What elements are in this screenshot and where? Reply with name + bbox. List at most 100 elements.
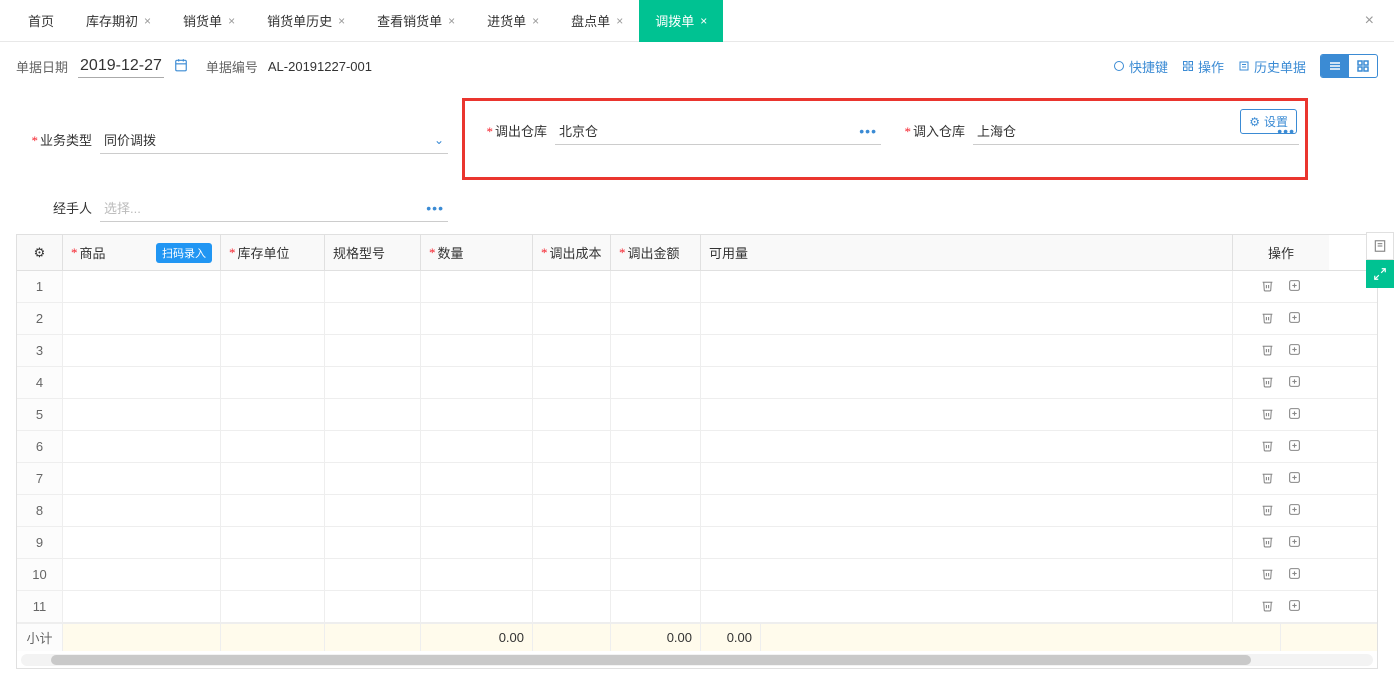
cell-unit[interactable]	[221, 463, 325, 494]
biztype-select[interactable]: 同价调拨 ⌄	[100, 124, 448, 154]
close-icon[interactable]: ×	[616, 14, 623, 28]
delete-icon[interactable]	[1261, 535, 1274, 551]
add-icon[interactable]	[1288, 439, 1301, 455]
table-row[interactable]: 9	[17, 527, 1377, 559]
history-link[interactable]: 历史单据	[1238, 57, 1306, 76]
add-icon[interactable]	[1288, 311, 1301, 327]
shortcut-link[interactable]: 快捷键	[1113, 57, 1168, 76]
cell-amount[interactable]	[611, 399, 701, 430]
cell-unit[interactable]	[221, 335, 325, 366]
horizontal-scrollbar[interactable]	[21, 654, 1373, 666]
cell-unit[interactable]	[221, 559, 325, 590]
add-icon[interactable]	[1288, 567, 1301, 583]
tab-stock-init[interactable]: 库存期初×	[70, 0, 167, 42]
cell-product[interactable]	[63, 463, 221, 494]
cell-cost[interactable]	[533, 495, 611, 526]
cell-product[interactable]	[63, 495, 221, 526]
cell-avail[interactable]	[701, 271, 1233, 302]
cell-amount[interactable]	[611, 559, 701, 590]
add-icon[interactable]	[1288, 503, 1301, 519]
settings-button[interactable]: 设置	[1240, 109, 1297, 134]
tab-sales-view[interactable]: 查看销货单×	[361, 0, 471, 42]
cell-qty[interactable]	[421, 303, 533, 334]
cell-amount[interactable]	[611, 303, 701, 334]
scroll-thumb[interactable]	[51, 655, 1251, 665]
cell-amount[interactable]	[611, 527, 701, 558]
cell-product[interactable]	[63, 303, 221, 334]
add-icon[interactable]	[1288, 471, 1301, 487]
cell-spec[interactable]	[325, 463, 421, 494]
cell-cost[interactable]	[533, 591, 611, 622]
close-icon[interactable]: ×	[144, 14, 151, 28]
list-view-btn[interactable]	[1321, 55, 1349, 77]
cell-amount[interactable]	[611, 367, 701, 398]
calendar-icon[interactable]	[174, 58, 188, 75]
cell-cost[interactable]	[533, 463, 611, 494]
cell-qty[interactable]	[421, 431, 533, 462]
cell-spec[interactable]	[325, 271, 421, 302]
cell-product[interactable]	[63, 431, 221, 462]
cell-qty[interactable]	[421, 367, 533, 398]
more-icon[interactable]: •••	[859, 123, 877, 139]
close-icon[interactable]: ×	[700, 14, 707, 28]
out-warehouse-select[interactable]: 北京仓 •••	[555, 115, 881, 145]
cell-unit[interactable]	[221, 495, 325, 526]
cell-spec[interactable]	[325, 527, 421, 558]
cell-unit[interactable]	[221, 431, 325, 462]
cell-product[interactable]	[63, 367, 221, 398]
cell-qty[interactable]	[421, 271, 533, 302]
cell-amount[interactable]	[611, 335, 701, 366]
cell-product[interactable]	[63, 271, 221, 302]
cell-spec[interactable]	[325, 399, 421, 430]
tab-home[interactable]: 首页	[12, 0, 70, 42]
table-row[interactable]: 3	[17, 335, 1377, 367]
tab-sales-history[interactable]: 销货单历史×	[251, 0, 361, 42]
cell-spec[interactable]	[325, 303, 421, 334]
cell-unit[interactable]	[221, 399, 325, 430]
delete-icon[interactable]	[1261, 407, 1274, 423]
cell-unit[interactable]	[221, 527, 325, 558]
cell-spec[interactable]	[325, 591, 421, 622]
cell-unit[interactable]	[221, 591, 325, 622]
table-row[interactable]: 7	[17, 463, 1377, 495]
cell-qty[interactable]	[421, 495, 533, 526]
close-icon[interactable]: ×	[338, 14, 345, 28]
cell-avail[interactable]	[701, 431, 1233, 462]
tab-transfer[interactable]: 调拨单×	[639, 0, 723, 42]
cell-spec[interactable]	[325, 367, 421, 398]
add-icon[interactable]	[1288, 279, 1301, 295]
cell-amount[interactable]	[611, 463, 701, 494]
cell-unit[interactable]	[221, 271, 325, 302]
cell-cost[interactable]	[533, 527, 611, 558]
cell-avail[interactable]	[701, 399, 1233, 430]
delete-icon[interactable]	[1261, 279, 1274, 295]
add-icon[interactable]	[1288, 535, 1301, 551]
cell-avail[interactable]	[701, 591, 1233, 622]
table-row[interactable]: 2	[17, 303, 1377, 335]
cell-unit[interactable]	[221, 367, 325, 398]
table-row[interactable]: 11	[17, 591, 1377, 623]
table-row[interactable]: 8	[17, 495, 1377, 527]
delete-icon[interactable]	[1261, 599, 1274, 615]
operate-link[interactable]: 操作	[1182, 57, 1224, 76]
cell-avail[interactable]	[701, 527, 1233, 558]
delete-icon[interactable]	[1261, 311, 1274, 327]
add-icon[interactable]	[1288, 407, 1301, 423]
table-row[interactable]: 4	[17, 367, 1377, 399]
tab-sales[interactable]: 销货单×	[167, 0, 251, 42]
cell-qty[interactable]	[421, 527, 533, 558]
cell-qty[interactable]	[421, 463, 533, 494]
delete-icon[interactable]	[1261, 375, 1274, 391]
cell-amount[interactable]	[611, 431, 701, 462]
cell-product[interactable]	[63, 559, 221, 590]
more-icon[interactable]: •••	[426, 200, 444, 216]
cell-avail[interactable]	[701, 367, 1233, 398]
cell-qty[interactable]	[421, 335, 533, 366]
cell-qty[interactable]	[421, 399, 533, 430]
cell-avail[interactable]	[701, 335, 1233, 366]
handler-select[interactable]: 选择... •••	[100, 192, 448, 222]
cell-cost[interactable]	[533, 271, 611, 302]
table-row[interactable]: 5	[17, 399, 1377, 431]
cell-avail[interactable]	[701, 559, 1233, 590]
tab-purchase[interactable]: 进货单×	[471, 0, 555, 42]
